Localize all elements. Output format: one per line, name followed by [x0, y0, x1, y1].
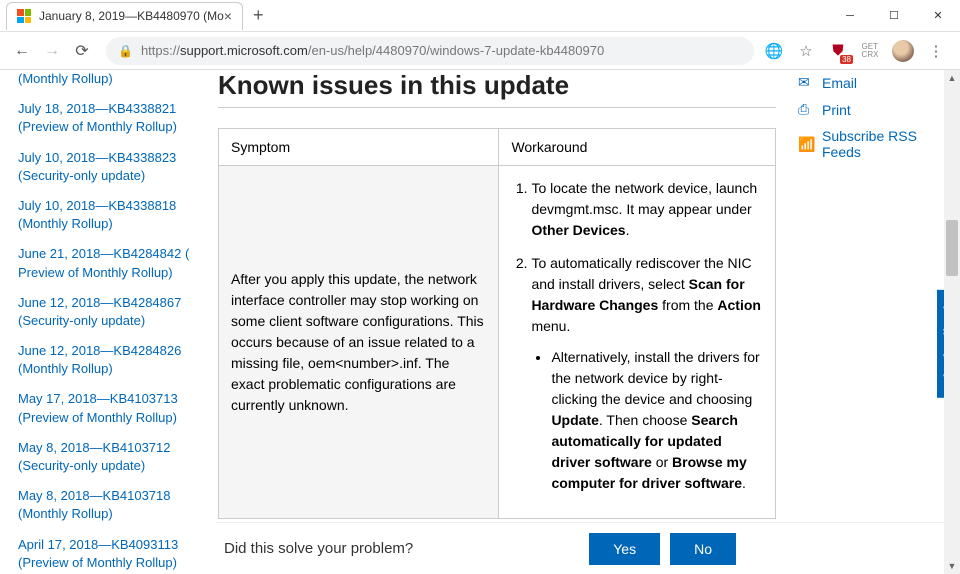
sidebar-link[interactable]: April 17, 2018—KB4093113 (Preview of Mon… — [18, 536, 194, 572]
url-path: /en-us/help/4480970/windows-7-update-kb4… — [308, 43, 604, 58]
article-main: Known issues in this update Symptom Work… — [208, 70, 784, 574]
workaround-substep: Alternatively, install the drivers for t… — [551, 347, 763, 494]
sidebar-link[interactable]: July 18, 2018—KB4338821 (Preview of Mont… — [18, 100, 194, 136]
print-link[interactable]: ⎙Print — [798, 101, 944, 118]
known-issues-table: Symptom Workaround After you apply this … — [218, 128, 776, 519]
workaround-step: To locate the network device, launch dev… — [531, 178, 763, 241]
symptom-cell: After you apply this update, the network… — [219, 166, 499, 519]
article-heading: Known issues in this update — [218, 70, 776, 108]
close-tab-icon[interactable]: × — [224, 8, 232, 24]
back-button[interactable]: ← — [8, 37, 36, 65]
window-titlebar: January 8, 2019—KB4480970 (Mo × + ─ ☐ ✕ — [0, 0, 960, 32]
feedback-bar: Did this solve your problem? Yes No — [216, 522, 944, 574]
rss-link[interactable]: 📶Subscribe RSS Feeds — [798, 128, 944, 160]
sidebar-link[interactable]: May 17, 2018—KB4103713 (Preview of Month… — [18, 390, 194, 426]
sidebar-link[interactable]: June 12, 2018—KB4284826 (Monthly Rollup) — [18, 342, 194, 378]
th-workaround: Workaround — [499, 129, 776, 166]
extension-getcrx-icon[interactable]: GETCRX — [860, 41, 880, 61]
bookmark-star-icon[interactable]: ☆ — [796, 41, 816, 61]
feedback-no-button[interactable]: No — [670, 533, 736, 565]
email-icon: ✉ — [798, 74, 814, 91]
url-scheme: https:// — [141, 43, 180, 58]
forward-button[interactable]: → — [38, 37, 66, 65]
feedback-yes-button[interactable]: Yes — [589, 533, 660, 565]
feedback-question: Did this solve your problem? — [224, 540, 413, 557]
maximize-button[interactable]: ☐ — [872, 0, 916, 32]
lock-icon: 🔒 — [118, 44, 133, 58]
browser-toolbar: ← → ⟳ 🔒 https://support.microsoft.com/en… — [0, 32, 960, 70]
translate-icon[interactable]: 🌐 — [764, 41, 784, 61]
reload-button[interactable]: ⟳ — [68, 37, 96, 65]
sidebar-link[interactable]: May 8, 2018—KB4103718 (Monthly Rollup) — [18, 487, 194, 523]
profile-avatar[interactable] — [892, 40, 914, 62]
scroll-up-icon[interactable]: ▲ — [944, 70, 960, 86]
menu-dots-icon[interactable]: ⋮ — [926, 41, 946, 61]
article-sidebar: (Monthly Rollup) July 18, 2018—KB4338821… — [0, 70, 208, 574]
sidebar-link[interactable]: June 21, 2018—KB4284842 ( Preview of Mon… — [18, 245, 194, 281]
workaround-cell: To locate the network device, launch dev… — [499, 166, 776, 519]
th-symptom: Symptom — [219, 129, 499, 166]
sidebar-link[interactable]: July 10, 2018—KB4338823 (Security-only u… — [18, 149, 194, 185]
tab-title: January 8, 2019—KB4480970 (Mo — [39, 9, 224, 23]
sidebar-link[interactable]: May 8, 2018—KB4103712 (Security-only upd… — [18, 439, 194, 475]
sidebar-link[interactable]: June 12, 2018—KB4284867 (Security-only u… — [18, 294, 194, 330]
new-tab-button[interactable]: + — [253, 5, 264, 26]
close-window-button[interactable]: ✕ — [916, 0, 960, 32]
url-host: support.microsoft.com — [180, 43, 308, 58]
vertical-scrollbar[interactable]: ▲ ▼ — [944, 70, 960, 574]
address-bar[interactable]: 🔒 https://support.microsoft.com/en-us/he… — [106, 37, 754, 65]
email-link[interactable]: ✉Email — [798, 74, 944, 91]
minimize-button[interactable]: ─ — [828, 0, 872, 32]
scrollbar-thumb[interactable] — [946, 220, 958, 276]
sidebar-link[interactable]: (Monthly Rollup) — [18, 70, 194, 88]
microsoft-favicon — [17, 9, 31, 23]
action-rail: ✉Email ⎙Print 📶Subscribe RSS Feeds — [784, 70, 944, 574]
browser-tab[interactable]: January 8, 2019—KB4480970 (Mo × — [6, 2, 243, 30]
workaround-step: To automatically rediscover the NIC and … — [531, 253, 763, 494]
print-icon: ⎙ — [798, 101, 814, 118]
ublock-extension-icon[interactable]: ⛊38 — [828, 41, 848, 61]
scroll-down-icon[interactable]: ▼ — [944, 558, 960, 574]
sidebar-link[interactable]: July 10, 2018—KB4338818 (Monthly Rollup) — [18, 197, 194, 233]
rss-icon: 📶 — [798, 136, 814, 153]
